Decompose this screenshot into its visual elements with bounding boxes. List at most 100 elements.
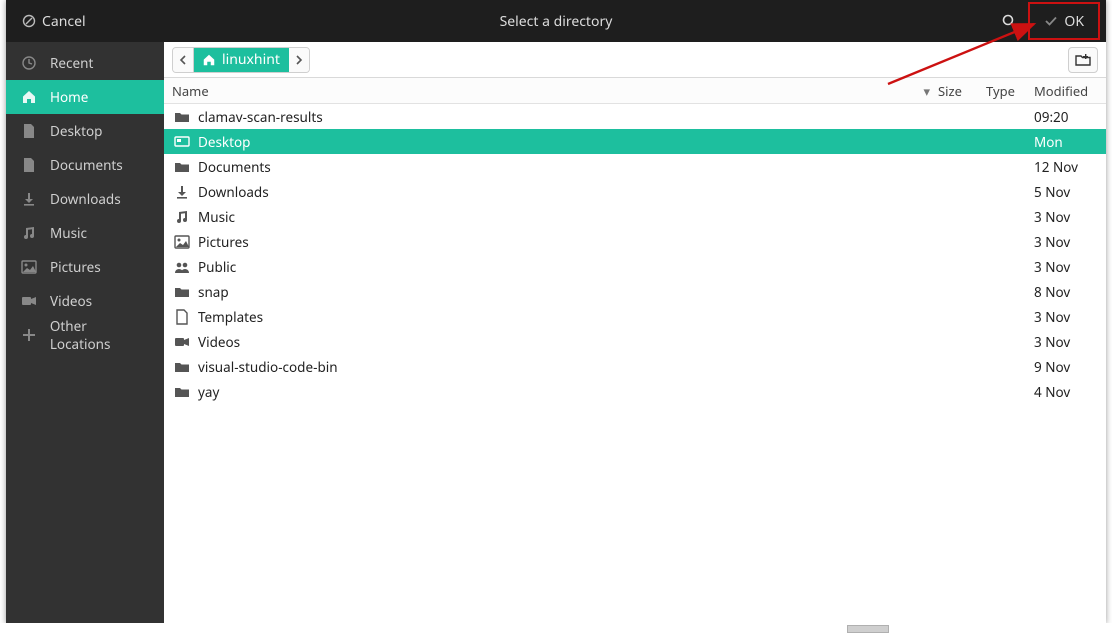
file-row[interactable]: Downloads 5 Nov xyxy=(164,179,1106,204)
check-icon xyxy=(1044,14,1058,28)
file-name: Downloads xyxy=(198,183,938,201)
file-modified: 12 Nov xyxy=(1034,158,1098,176)
home-icon xyxy=(202,53,216,67)
path-bar: linuxhint xyxy=(164,42,1106,78)
search-icon xyxy=(1001,13,1017,29)
cancel-icon xyxy=(22,14,36,28)
file-row[interactable]: snap 8 Nov xyxy=(164,279,1106,304)
file-row[interactable]: yay 4 Nov xyxy=(164,379,1106,404)
pictures-icon xyxy=(172,234,192,250)
chevron-right-icon xyxy=(295,55,303,65)
file-row[interactable]: visual-studio-code-bin 9 Nov xyxy=(164,354,1106,379)
file-name: Pictures xyxy=(198,233,938,251)
sidebar-item-label: Videos xyxy=(50,292,92,310)
file-modified: 4 Nov xyxy=(1034,383,1098,401)
column-modified[interactable]: Modified xyxy=(1034,82,1098,100)
sidebar-item-label: Music xyxy=(50,224,87,242)
path-forward-button[interactable] xyxy=(289,48,309,72)
file-icon xyxy=(20,156,38,174)
file-modified: Mon xyxy=(1034,133,1098,151)
file-modified: 3 Nov xyxy=(1034,233,1098,251)
download-icon xyxy=(172,184,192,200)
file-name: Public xyxy=(198,258,938,276)
file-name: yay xyxy=(198,383,938,401)
file-name: Desktop xyxy=(198,133,938,151)
taskbar-thumbnail xyxy=(847,625,889,633)
search-button[interactable] xyxy=(992,6,1026,36)
file-row[interactable]: Public 3 Nov xyxy=(164,254,1106,279)
file-row[interactable]: Templates 3 Nov xyxy=(164,304,1106,329)
folder-icon xyxy=(172,159,192,175)
column-type[interactable]: Type xyxy=(986,82,1034,100)
music-icon xyxy=(20,224,38,242)
sidebar-item-label: Pictures xyxy=(50,258,101,276)
sidebar-item-recent[interactable]: Recent xyxy=(6,46,164,80)
sidebar-item-label: Other Locations xyxy=(50,317,150,353)
file-modified: 9 Nov xyxy=(1034,358,1098,376)
file-row[interactable]: Documents 12 Nov xyxy=(164,154,1106,179)
file-name: Videos xyxy=(198,333,938,351)
file-modified: 8 Nov xyxy=(1034,283,1098,301)
path-back-button[interactable] xyxy=(173,48,194,72)
template-icon xyxy=(172,309,192,325)
ok-label: OK xyxy=(1064,12,1084,31)
file-name: visual-studio-code-bin xyxy=(198,358,938,376)
desktop-strip xyxy=(0,623,1112,633)
pictures-icon xyxy=(20,258,38,276)
folder-icon xyxy=(172,109,192,125)
desktop-icon xyxy=(172,134,192,150)
file-row[interactable]: Videos 3 Nov xyxy=(164,329,1106,354)
file-name: Templates xyxy=(198,308,938,326)
sidebar-item-label: Downloads xyxy=(50,190,121,208)
folder-icon xyxy=(172,284,192,300)
cancel-button[interactable]: Cancel xyxy=(12,6,96,36)
file-modified: 09:20 xyxy=(1034,108,1098,126)
file-pane: linuxhint Name ▾ Size Type Modified xyxy=(164,42,1106,624)
sidebar-item-pictures[interactable]: Pictures xyxy=(6,250,164,284)
sidebar-item-desktop[interactable]: Desktop xyxy=(6,114,164,148)
ok-button[interactable]: OK xyxy=(1034,6,1094,36)
public-icon xyxy=(172,259,192,275)
plus-icon xyxy=(20,326,38,344)
path-segment-home[interactable]: linuxhint xyxy=(194,48,289,72)
folder-icon xyxy=(172,384,192,400)
dialog-title: Select a directory xyxy=(6,12,1106,31)
file-modified: 3 Nov xyxy=(1034,208,1098,226)
video-icon xyxy=(20,292,38,310)
sidebar-item-documents[interactable]: Documents xyxy=(6,148,164,182)
file-name: clamav-scan-results xyxy=(198,108,938,126)
file-name: Music xyxy=(198,208,938,226)
clock-icon xyxy=(20,54,38,72)
file-name: Documents xyxy=(198,158,938,176)
column-size[interactable]: Size xyxy=(938,82,986,100)
sidebar-item-label: Recent xyxy=(50,54,93,72)
file-row[interactable]: clamav-scan-results 09:20 xyxy=(164,104,1106,129)
new-folder-button[interactable] xyxy=(1068,47,1098,73)
file-name: snap xyxy=(198,283,938,301)
chevron-left-icon xyxy=(179,55,187,65)
cancel-label: Cancel xyxy=(42,12,86,31)
sidebar-item-videos[interactable]: Videos xyxy=(6,284,164,318)
file-modified: 3 Nov xyxy=(1034,308,1098,326)
column-name[interactable]: Name ▾ xyxy=(172,82,938,100)
places-sidebar: Recent Home Desktop Documents Downloads … xyxy=(6,42,164,624)
file-row[interactable]: Music 3 Nov xyxy=(164,204,1106,229)
sidebar-item-home[interactable]: Home xyxy=(6,80,164,114)
file-icon xyxy=(20,122,38,140)
file-list[interactable]: clamav-scan-results 09:20 Desktop Mon Docume… xyxy=(164,104,1106,624)
sidebar-item-music[interactable]: Music xyxy=(6,216,164,250)
file-modified: 3 Nov xyxy=(1034,258,1098,276)
download-icon xyxy=(20,190,38,208)
sidebar-item-other-locations[interactable]: Other Locations xyxy=(6,318,164,352)
sidebar-item-downloads[interactable]: Downloads xyxy=(6,182,164,216)
file-row[interactable]: Pictures 3 Nov xyxy=(164,229,1106,254)
home-icon xyxy=(20,88,38,106)
new-folder-icon xyxy=(1075,53,1091,67)
path-segment-label: linuxhint xyxy=(222,50,280,69)
sidebar-item-label: Home xyxy=(50,88,88,106)
column-headers: Name ▾ Size Type Modified xyxy=(164,78,1106,104)
file-row[interactable]: Desktop Mon xyxy=(164,129,1106,154)
file-modified: 5 Nov xyxy=(1034,183,1098,201)
file-modified: 3 Nov xyxy=(1034,333,1098,351)
music-icon xyxy=(172,209,192,225)
